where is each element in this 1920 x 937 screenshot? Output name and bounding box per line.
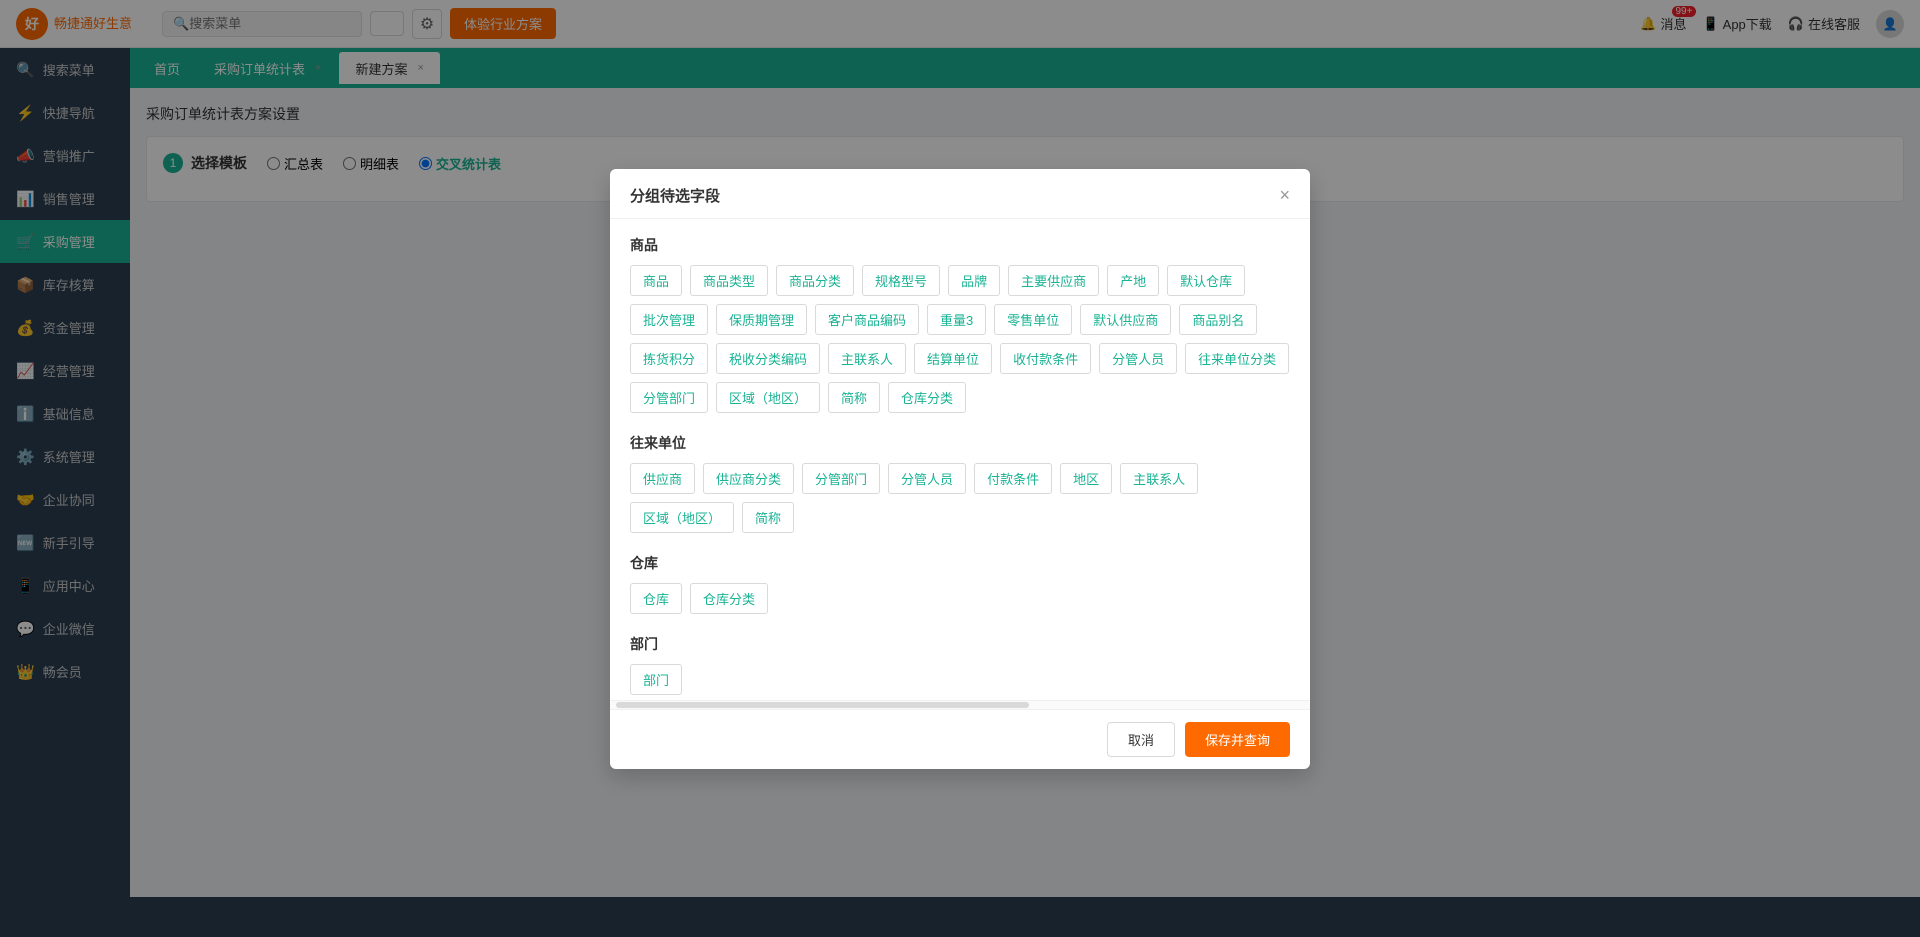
modal-close-button[interactable]: × [1279, 186, 1290, 204]
section-department-title: 部门 [630, 634, 1290, 654]
field-tag[interactable]: 供应商分类 [703, 463, 794, 494]
modal: 分组待选字段 × 商品 商品 商品类型 商品分类 规格型号 品牌 主要供应商 产… [610, 169, 1310, 769]
field-tag[interactable]: 地区 [1060, 463, 1112, 494]
section-warehouse-title: 仓库 [630, 553, 1290, 573]
section-product-tags: 商品 商品类型 商品分类 规格型号 品牌 主要供应商 产地 默认仓库 批次管理 … [630, 265, 1290, 413]
field-tag[interactable]: 重量3 [927, 304, 986, 335]
field-tag[interactable]: 零售单位 [994, 304, 1072, 335]
field-tag[interactable]: 主要供应商 [1008, 265, 1099, 296]
section-product: 商品 商品 商品类型 商品分类 规格型号 品牌 主要供应商 产地 默认仓库 批次… [630, 235, 1290, 413]
field-tag[interactable]: 仓库分类 [888, 382, 966, 413]
field-tag[interactable]: 供应商 [630, 463, 695, 494]
section-warehouse-tags: 仓库 仓库分类 [630, 583, 1290, 614]
modal-header: 分组待选字段 × [610, 169, 1310, 219]
field-tag[interactable]: 商品别名 [1179, 304, 1257, 335]
field-tag[interactable]: 默认仓库 [1167, 265, 1245, 296]
modal-title: 分组待选字段 [630, 185, 720, 206]
field-tag[interactable]: 结算单位 [914, 343, 992, 374]
field-tag[interactable]: 部门 [630, 664, 682, 695]
field-tag[interactable]: 分管部门 [630, 382, 708, 413]
field-tag[interactable]: 分管部门 [802, 463, 880, 494]
modal-body: 商品 商品 商品类型 商品分类 规格型号 品牌 主要供应商 产地 默认仓库 批次… [610, 219, 1310, 701]
field-tag[interactable]: 主联系人 [1120, 463, 1198, 494]
cancel-button[interactable]: 取消 [1107, 722, 1175, 757]
field-tag[interactable]: 仓库 [630, 583, 682, 614]
modal-hscrollbar[interactable] [610, 700, 1310, 708]
field-tag[interactable]: 往来单位分类 [1185, 343, 1289, 374]
field-tag[interactable]: 区域（地区） [630, 502, 734, 533]
section-department: 部门 部门 [630, 634, 1290, 695]
field-tag[interactable]: 收付款条件 [1000, 343, 1091, 374]
field-tag[interactable]: 分管人员 [1099, 343, 1177, 374]
field-tag[interactable]: 默认供应商 [1080, 304, 1171, 335]
field-tag[interactable]: 税收分类编码 [716, 343, 820, 374]
section-warehouse: 仓库 仓库 仓库分类 [630, 553, 1290, 614]
section-counterparty-title: 往来单位 [630, 433, 1290, 453]
field-tag[interactable]: 商品 [630, 265, 682, 296]
field-tag[interactable]: 产地 [1107, 265, 1159, 296]
field-tag[interactable]: 简称 [828, 382, 880, 413]
field-tag[interactable]: 规格型号 [862, 265, 940, 296]
modal-overlay: 分组待选字段 × 商品 商品 商品类型 商品分类 规格型号 品牌 主要供应商 产… [0, 0, 1920, 937]
save-query-button[interactable]: 保存并查询 [1185, 722, 1290, 757]
field-tag[interactable]: 批次管理 [630, 304, 708, 335]
field-tag[interactable]: 简称 [742, 502, 794, 533]
field-tag[interactable]: 商品分类 [776, 265, 854, 296]
section-department-tags: 部门 [630, 664, 1290, 695]
field-tag[interactable]: 主联系人 [828, 343, 906, 374]
modal-footer: 取消 保存并查询 [610, 709, 1310, 769]
field-tag[interactable]: 拣货积分 [630, 343, 708, 374]
field-tag[interactable]: 仓库分类 [690, 583, 768, 614]
field-tag[interactable]: 客户商品编码 [815, 304, 919, 335]
field-tag[interactable]: 区域（地区） [716, 382, 820, 413]
section-counterparty-tags: 供应商 供应商分类 分管部门 分管人员 付款条件 地区 主联系人 区域（地区） … [630, 463, 1290, 533]
section-counterparty: 往来单位 供应商 供应商分类 分管部门 分管人员 付款条件 地区 主联系人 区域… [630, 433, 1290, 533]
field-tag[interactable]: 付款条件 [974, 463, 1052, 494]
section-product-title: 商品 [630, 235, 1290, 255]
field-tag[interactable]: 品牌 [948, 265, 1000, 296]
field-tag[interactable]: 保质期管理 [716, 304, 807, 335]
field-tag[interactable]: 商品类型 [690, 265, 768, 296]
hscroll-thumb [616, 702, 1029, 708]
field-tag[interactable]: 分管人员 [888, 463, 966, 494]
